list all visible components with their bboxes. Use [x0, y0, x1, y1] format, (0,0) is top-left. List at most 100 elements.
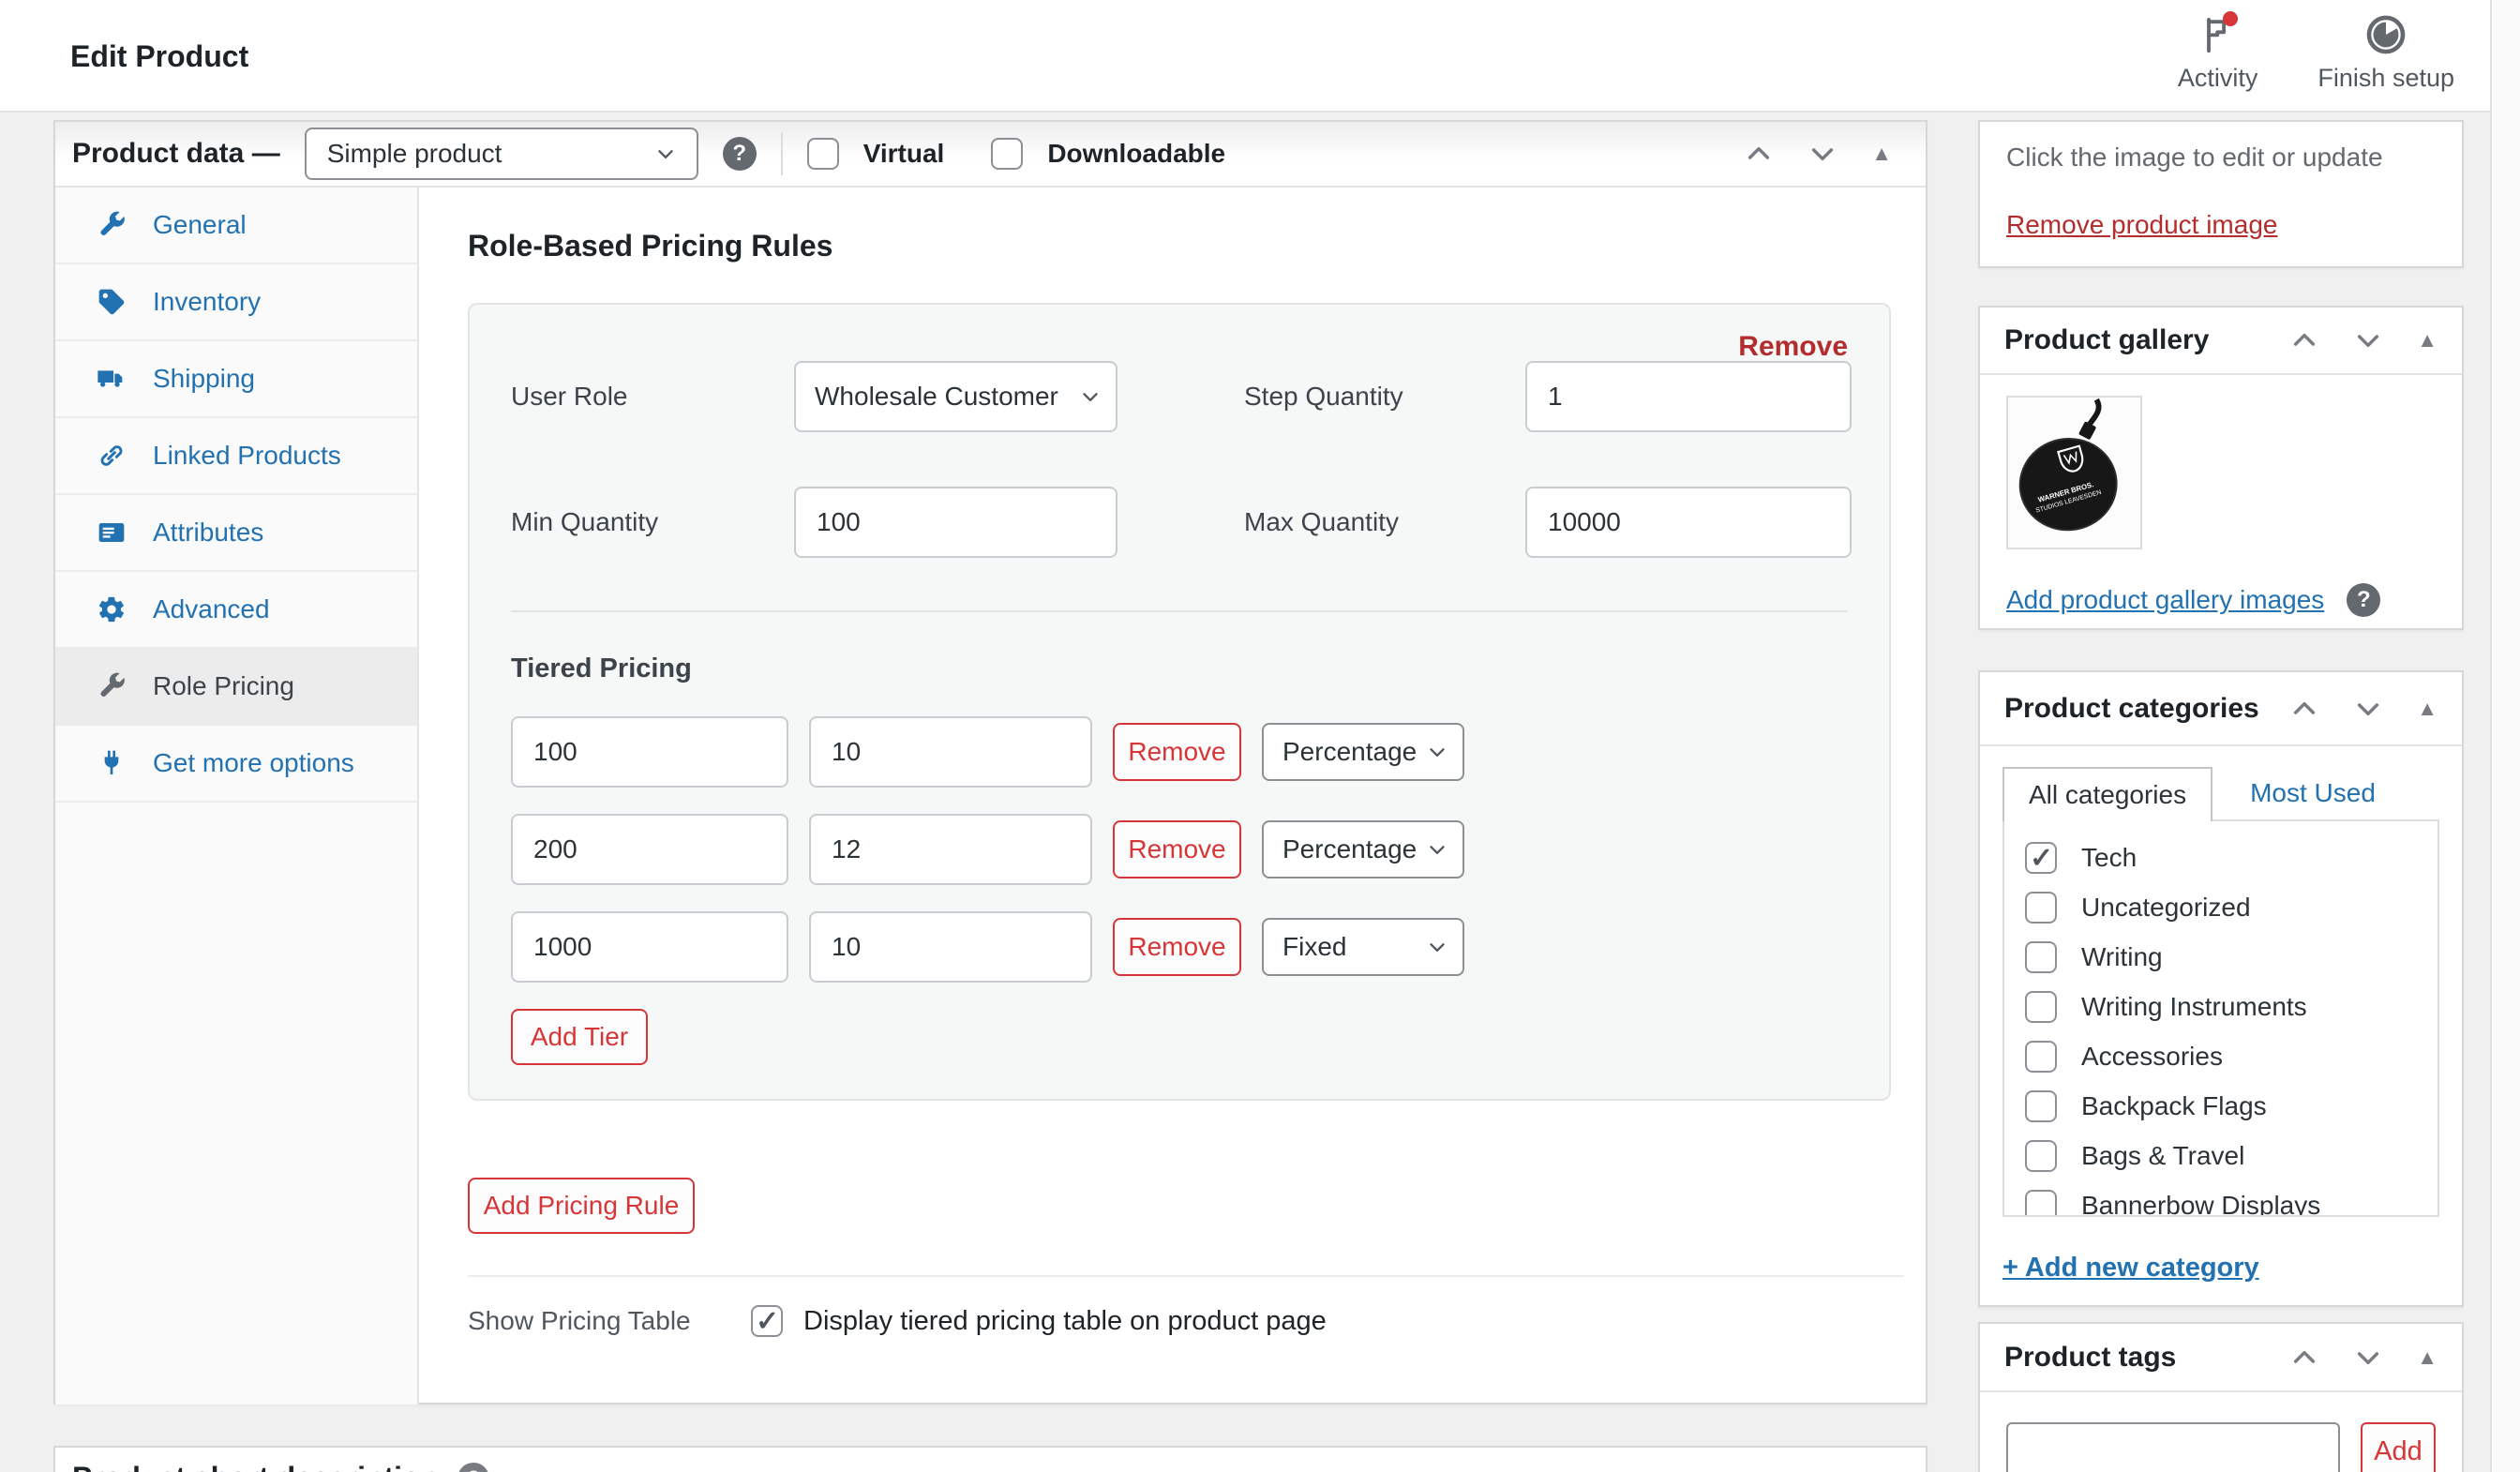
- tab-advanced[interactable]: Advanced: [55, 572, 417, 649]
- move-down-button[interactable]: [1808, 139, 1838, 169]
- tier-type-value: Fixed: [1282, 932, 1346, 962]
- virtual-checkbox[interactable]: [807, 138, 839, 170]
- tier-quantity-input[interactable]: [511, 814, 788, 885]
- wrench-icon: [97, 210, 127, 240]
- category-label: Tech: [2081, 843, 2137, 873]
- show-pricing-table-checkbox[interactable]: [751, 1305, 783, 1337]
- tab-role-pricing[interactable]: Role Pricing: [55, 649, 417, 726]
- tier-amount-input[interactable]: [809, 911, 1092, 983]
- tab-shipping[interactable]: Shipping: [55, 341, 417, 418]
- move-down-button[interactable]: [2353, 325, 2383, 355]
- category-item: Writing Instruments: [2025, 982, 2438, 1031]
- link-icon: [97, 441, 127, 471]
- tab-attributes[interactable]: Attributes: [55, 495, 417, 572]
- product-data-tabs: General Inventory Shipping Linked Produc…: [55, 188, 419, 1404]
- tier-quantity-input[interactable]: [511, 716, 788, 788]
- tier-quantity-input[interactable]: [511, 911, 788, 983]
- move-up-button[interactable]: [1744, 139, 1774, 169]
- remove-tier-button[interactable]: Remove: [1113, 918, 1241, 976]
- tab-label: Inventory: [153, 287, 261, 317]
- tab-all-categories[interactable]: All categories: [2002, 767, 2212, 821]
- tier-type-select[interactable]: Percentage: [1262, 723, 1464, 781]
- tab-general[interactable]: General: [55, 188, 417, 264]
- gallery-image-thumbnail[interactable]: WARNER BROS. STUDIOS LEAVESDEN: [2006, 396, 2142, 549]
- finish-setup-timer-icon: [2364, 13, 2408, 56]
- product-type-select[interactable]: Simple product: [305, 128, 698, 180]
- product-gallery-header: Product gallery ▲: [1980, 308, 2462, 375]
- category-item: Bannerbow Displays: [2025, 1180, 2438, 1217]
- category-label: Writing Instruments: [2081, 992, 2307, 1022]
- rule-fields: User Role Wholesale Customer Step Quanti…: [511, 361, 1848, 558]
- tab-most-used[interactable]: Most Used: [2250, 778, 2376, 819]
- tier-type-select[interactable]: Fixed: [1262, 918, 1464, 976]
- product-type-value: Simple product: [327, 139, 502, 169]
- category-label: Bannerbow Displays: [2081, 1191, 2320, 1218]
- divider: [511, 610, 1848, 612]
- category-checkbox[interactable]: [2025, 1190, 2057, 1218]
- short-description-panel: Product short description ?: [53, 1446, 1928, 1472]
- tier-row: Remove Percentage: [511, 716, 1848, 788]
- tier-amount-input[interactable]: [809, 716, 1092, 788]
- tag-input[interactable]: [2006, 1422, 2340, 1472]
- remove-rule-link[interactable]: Remove: [1738, 331, 1848, 363]
- category-checkbox[interactable]: [2025, 892, 2057, 924]
- tier-amount-input[interactable]: [809, 814, 1092, 885]
- tier-type-select[interactable]: Percentage: [1262, 820, 1464, 879]
- toggle-panel-button[interactable]: ▲: [1871, 143, 1892, 164]
- divider: [468, 1275, 1904, 1277]
- toggle-panel-button[interactable]: ▲: [2417, 1347, 2438, 1368]
- help-icon[interactable]: ?: [458, 1463, 489, 1472]
- add-tag-button[interactable]: Add: [2361, 1422, 2436, 1472]
- category-checkbox[interactable]: [2025, 842, 2057, 874]
- remove-tier-button[interactable]: Remove: [1113, 723, 1241, 781]
- min-quantity-input[interactable]: [794, 487, 1118, 558]
- wireless-charger-image: WARNER BROS. STUDIOS LEAVESDEN: [2008, 398, 2140, 548]
- product-data-header: Product data — Simple product ? Virtual …: [55, 122, 1926, 188]
- add-tier-button[interactable]: Add Tier: [511, 1009, 648, 1065]
- downloadable-checkbox[interactable]: [991, 138, 1023, 170]
- notification-dot: [2223, 11, 2238, 26]
- help-icon[interactable]: ?: [723, 137, 757, 171]
- product-tags-header: Product tags ▲: [1980, 1324, 2462, 1392]
- move-up-button[interactable]: [2289, 694, 2319, 724]
- category-checkbox[interactable]: [2025, 1041, 2057, 1073]
- category-tabs: All categories Most Used: [2002, 767, 2439, 819]
- category-checkbox[interactable]: [2025, 941, 2057, 973]
- user-role-select[interactable]: Wholesale Customer: [794, 361, 1118, 432]
- step-quantity-input[interactable]: [1525, 361, 1852, 432]
- category-checkbox[interactable]: [2025, 1090, 2057, 1122]
- tab-label: Role Pricing: [153, 671, 294, 701]
- remove-tier-button[interactable]: Remove: [1113, 820, 1241, 879]
- remove-product-image-link[interactable]: Remove product image: [2006, 210, 2277, 240]
- step-quantity-label: Step Quantity: [1244, 382, 1525, 412]
- chevron-down-icon: [1425, 935, 1449, 959]
- move-up-button[interactable]: [2289, 325, 2319, 355]
- category-list[interactable]: Tech Uncategorized Writing Writing Instr…: [2002, 819, 2439, 1217]
- category-checkbox[interactable]: [2025, 1140, 2057, 1172]
- move-down-button[interactable]: [2353, 694, 2383, 724]
- category-checkbox[interactable]: [2025, 991, 2057, 1023]
- tab-linked-products[interactable]: Linked Products: [55, 418, 417, 495]
- finish-setup-button[interactable]: Finish setup: [2318, 13, 2454, 93]
- help-icon[interactable]: ?: [2347, 583, 2380, 617]
- tag-icon: [97, 287, 127, 317]
- max-quantity-input[interactable]: [1525, 487, 1852, 558]
- toggle-panel-button[interactable]: ▲: [2417, 698, 2438, 719]
- add-new-category-link[interactable]: + Add new category: [2002, 1253, 2259, 1284]
- page-scrollbar[interactable]: [2490, 0, 2520, 1472]
- category-item: Tech: [2025, 833, 2438, 882]
- toggle-panel-button[interactable]: ▲: [2417, 330, 2438, 351]
- panel-controls: ▲: [1744, 139, 1892, 169]
- add-gallery-images-link[interactable]: Add product gallery images: [2006, 585, 2324, 615]
- product-tags-body: Add: [1980, 1392, 2462, 1472]
- add-pricing-rule-button[interactable]: Add Pricing Rule: [468, 1178, 695, 1234]
- move-up-button[interactable]: [2289, 1343, 2319, 1373]
- top-bar: Edit Product Activity: [0, 0, 2520, 113]
- tab-inventory[interactable]: Inventory: [55, 264, 417, 341]
- activity-button[interactable]: Activity: [2178, 13, 2258, 93]
- category-item: Backpack Flags: [2025, 1081, 2438, 1131]
- page: Edit Product Activity: [0, 0, 2520, 1472]
- product-categories-header: Product categories ▲: [1980, 672, 2462, 746]
- tab-get-more-options[interactable]: Get more options: [55, 726, 417, 803]
- move-down-button[interactable]: [2353, 1343, 2383, 1373]
